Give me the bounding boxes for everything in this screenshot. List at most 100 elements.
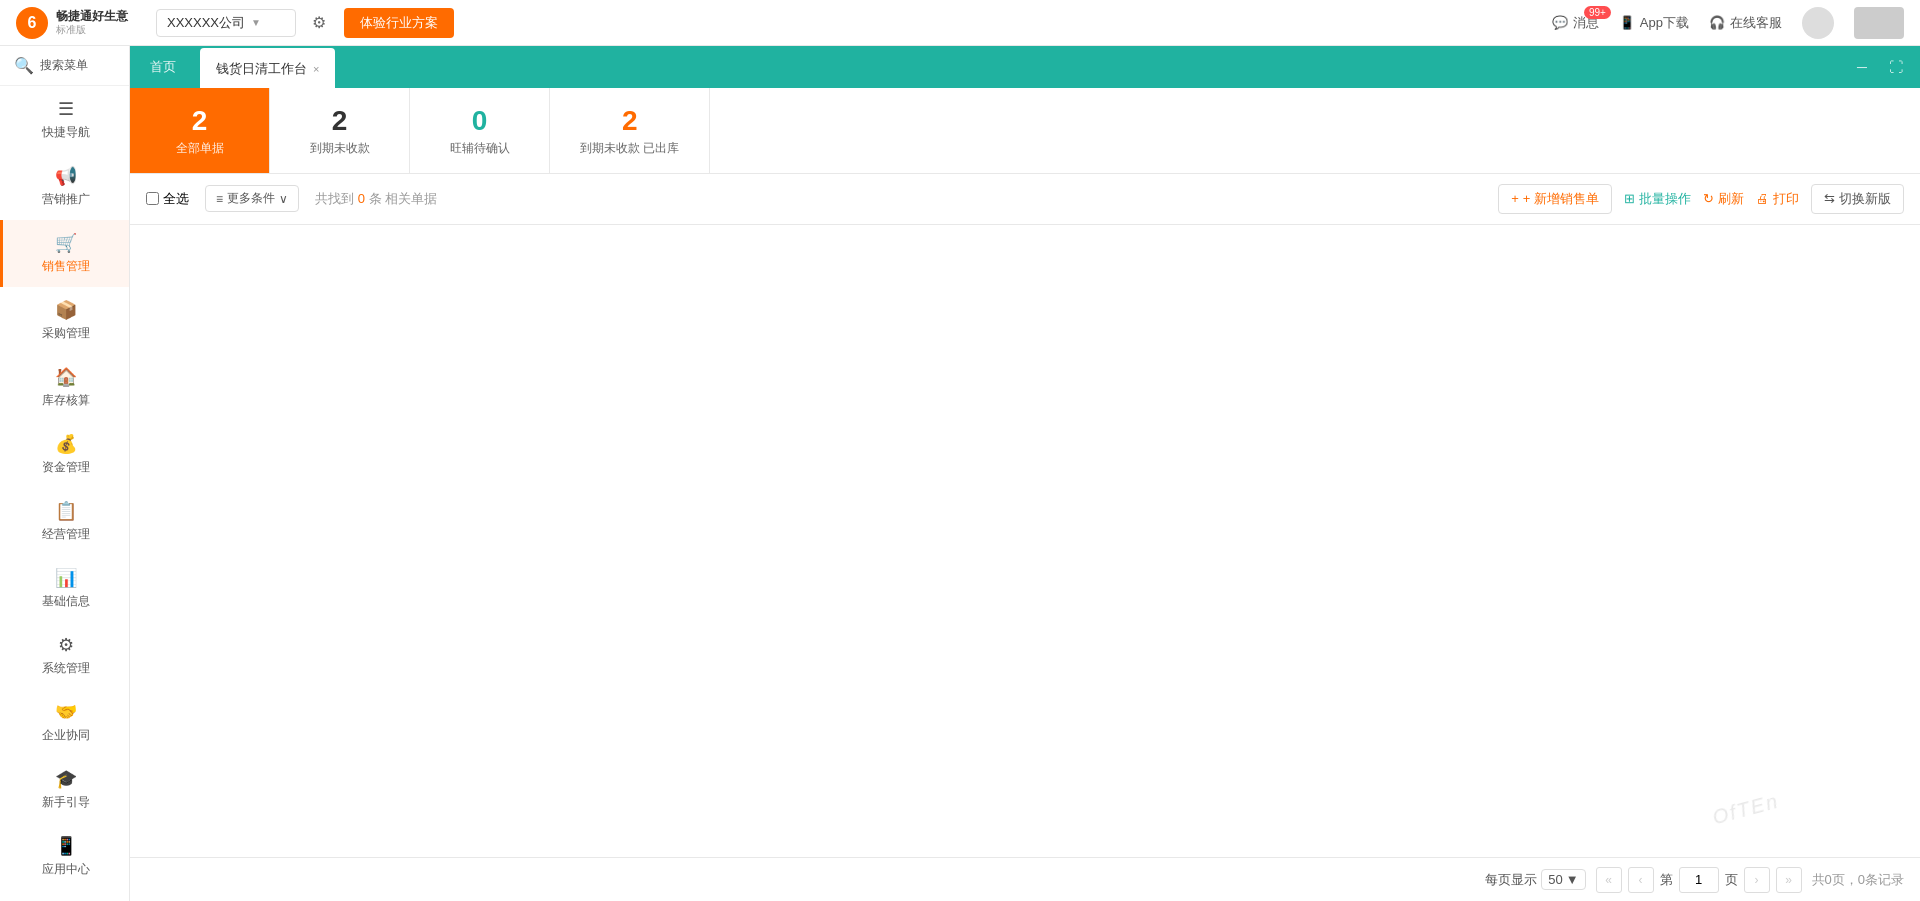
refresh-btn[interactable]: ↻ 刷新 bbox=[1703, 190, 1744, 208]
company-dropdown-arrow: ▼ bbox=[251, 17, 261, 28]
refresh-icon: ↻ bbox=[1703, 191, 1714, 206]
switch-version-btn[interactable]: ⇆ 切换新版 bbox=[1811, 184, 1904, 214]
sidebar-item-wechat[interactable]: 💬 企业微信 bbox=[0, 890, 129, 901]
avatar2[interactable] bbox=[1854, 7, 1904, 39]
total-text: 共0页，0条记录 bbox=[1812, 871, 1904, 889]
message-item[interactable]: 💬 消息 99+ bbox=[1552, 14, 1599, 32]
experience-btn[interactable]: 体验行业方案 bbox=[344, 8, 454, 38]
finance-icon: 💰 bbox=[55, 433, 77, 455]
download-icon: 📱 bbox=[1619, 15, 1635, 30]
basic-icon: 📊 bbox=[55, 567, 77, 589]
sidebar-label-finance: 资金管理 bbox=[42, 459, 90, 476]
sidebar-item-cooperation[interactable]: 🤝 企业协同 bbox=[0, 689, 129, 756]
app-download-label: App下载 bbox=[1640, 14, 1689, 32]
stat-card-wangfu[interactable]: 0 旺辅待确认 bbox=[410, 88, 550, 173]
stat-count-overdue: 2 bbox=[300, 104, 379, 138]
sidebar-label-appstore: 应用中心 bbox=[42, 861, 90, 878]
system-icon: ⚙ bbox=[58, 634, 74, 656]
app-download-item[interactable]: 📱 App下载 bbox=[1619, 14, 1689, 32]
table-area bbox=[130, 225, 1920, 857]
select-all-input[interactable] bbox=[146, 192, 159, 205]
sidebar-label-inventory: 库存核算 bbox=[42, 392, 90, 409]
stat-card-overdue[interactable]: 2 到期未收款 bbox=[270, 88, 410, 173]
per-page-dropdown[interactable]: 50 ▼ bbox=[1541, 869, 1585, 890]
main-layout: 🔍 搜索菜单 ☰ 快捷导航 📢 营销推广 🛒 销售管理 📦 采购管理 🏠 库存核… bbox=[0, 46, 1920, 901]
per-page-label: 每页显示 bbox=[1485, 871, 1537, 889]
tab-active[interactable]: 钱货日清工作台 × bbox=[200, 48, 335, 90]
tab-maximize-btn[interactable]: ⛶ bbox=[1882, 53, 1910, 81]
app-name-main: 畅捷通好生意 bbox=[56, 9, 128, 23]
sidebar-item-marketing[interactable]: 📢 营销推广 bbox=[0, 153, 129, 220]
logo-area: 6 畅捷通好生意 标准版 bbox=[16, 7, 146, 39]
print-label: 打印 bbox=[1773, 190, 1799, 208]
sidebar-label-operation: 经营管理 bbox=[42, 526, 90, 543]
new-sale-btn[interactable]: + + 新增销售单 bbox=[1498, 184, 1612, 214]
sidebar-item-finance[interactable]: 💰 资金管理 bbox=[0, 421, 129, 488]
pagination-bar: 每页显示 50 ▼ « ‹ 第 页 › » 共0页，0条记录 bbox=[130, 857, 1920, 901]
sidebar-item-basic[interactable]: 📊 基础信息 bbox=[0, 555, 129, 622]
toolbar-right: + + 新增销售单 ⊞ 批量操作 ↻ 刷新 🖨 打印 bbox=[1498, 184, 1904, 214]
stat-label-shipped: 到期未收款 已出库 bbox=[580, 140, 679, 157]
tab-home[interactable]: 首页 bbox=[130, 46, 196, 88]
batch-op-icon: ⊞ bbox=[1624, 191, 1635, 206]
toolbar: 全选 ≡ 更多条件 ∨ 共找到 0 条 相关单据 + + 新增销售单 bbox=[130, 174, 1920, 225]
search-menu[interactable]: 🔍 搜索菜单 bbox=[0, 46, 129, 86]
nav-icon: ☰ bbox=[58, 98, 74, 120]
tab-close-btn[interactable]: × bbox=[313, 63, 319, 75]
print-btn[interactable]: 🖨 打印 bbox=[1756, 190, 1799, 208]
sidebar-item-purchase[interactable]: 📦 采购管理 bbox=[0, 287, 129, 354]
switch-icon: ⇆ bbox=[1824, 191, 1835, 206]
stat-card-shipped[interactable]: 2 到期未收款 已出库 bbox=[550, 88, 710, 173]
new-sale-label: + 新增销售单 bbox=[1523, 190, 1599, 208]
sidebar-label-sales: 销售管理 bbox=[42, 258, 90, 275]
sidebar-label-system: 系统管理 bbox=[42, 660, 90, 677]
sidebar-item-sales[interactable]: 🛒 销售管理 bbox=[0, 220, 129, 287]
new-sale-icon: + bbox=[1511, 191, 1519, 206]
select-all-checkbox[interactable]: 全选 bbox=[146, 190, 189, 208]
per-page-value: 50 bbox=[1548, 872, 1562, 887]
sidebar-item-system[interactable]: ⚙ 系统管理 bbox=[0, 622, 129, 689]
stat-count-all: 2 bbox=[160, 104, 239, 138]
page-input[interactable] bbox=[1679, 867, 1719, 893]
page-label: 第 bbox=[1660, 871, 1673, 889]
sidebar-label-marketing: 营销推广 bbox=[42, 191, 90, 208]
batch-op-btn[interactable]: ⊞ 批量操作 bbox=[1624, 190, 1691, 208]
header-right: 💬 消息 99+ 📱 App下载 🎧 在线客服 bbox=[1552, 7, 1904, 39]
logo-icon: 6 bbox=[16, 7, 48, 39]
refresh-label: 刷新 bbox=[1718, 190, 1744, 208]
page-nav: « ‹ 第 页 › » bbox=[1596, 867, 1802, 893]
print-icon: 🖨 bbox=[1756, 191, 1769, 206]
stat-label-wangfu: 旺辅待确认 bbox=[440, 140, 519, 157]
operation-icon: 📋 bbox=[55, 500, 77, 522]
avatar[interactable] bbox=[1802, 7, 1834, 39]
search-menu-label: 搜索菜单 bbox=[40, 57, 88, 74]
appstore-icon: 📱 bbox=[55, 835, 77, 857]
service-icon: 🎧 bbox=[1709, 15, 1725, 30]
stat-card-all[interactable]: 2 全部单据 bbox=[130, 88, 270, 173]
sidebar-item-nav[interactable]: ☰ 快捷导航 bbox=[0, 86, 129, 153]
page-content: 2 全部单据 2 到期未收款 0 旺辅待确认 2 到期未收款 已出库 bbox=[130, 88, 1920, 901]
content-area: 首页 钱货日清工作台 × ─ ⛶ 2 全部单据 2 到期未收款 bbox=[130, 46, 1920, 901]
sidebar-label-purchase: 采购管理 bbox=[42, 325, 90, 342]
company-selector[interactable]: XXXXXX公司 ▼ bbox=[156, 9, 296, 37]
tab-bar: 首页 钱货日清工作台 × ─ ⛶ bbox=[130, 46, 1920, 88]
filter-icon: ≡ bbox=[216, 192, 223, 206]
sidebar-item-operation[interactable]: 📋 经营管理 bbox=[0, 488, 129, 555]
guide-icon: 🎓 bbox=[55, 768, 77, 790]
sidebar-item-inventory[interactable]: 🏠 库存核算 bbox=[0, 354, 129, 421]
tab-minimize-btn[interactable]: ─ bbox=[1848, 53, 1876, 81]
page-last-btn[interactable]: » bbox=[1776, 867, 1802, 893]
purchase-icon: 📦 bbox=[55, 299, 77, 321]
sidebar-item-appstore[interactable]: 📱 应用中心 bbox=[0, 823, 129, 890]
per-page-select: 每页显示 50 ▼ bbox=[1485, 869, 1585, 890]
page-next-btn[interactable]: › bbox=[1744, 867, 1770, 893]
online-service-item[interactable]: 🎧 在线客服 bbox=[1709, 14, 1782, 32]
stats-row: 2 全部单据 2 到期未收款 0 旺辅待确认 2 到期未收款 已出库 bbox=[130, 88, 1920, 174]
settings-icon[interactable]: ⚙ bbox=[304, 8, 334, 38]
page-first-btn[interactable]: « bbox=[1596, 867, 1622, 893]
sidebar-item-guide[interactable]: 🎓 新手引导 bbox=[0, 756, 129, 823]
more-filter-btn[interactable]: ≡ 更多条件 ∨ bbox=[205, 185, 299, 212]
page-prev-btn[interactable]: ‹ bbox=[1628, 867, 1654, 893]
stat-count-shipped: 2 bbox=[580, 104, 679, 138]
sidebar-label-basic: 基础信息 bbox=[42, 593, 90, 610]
